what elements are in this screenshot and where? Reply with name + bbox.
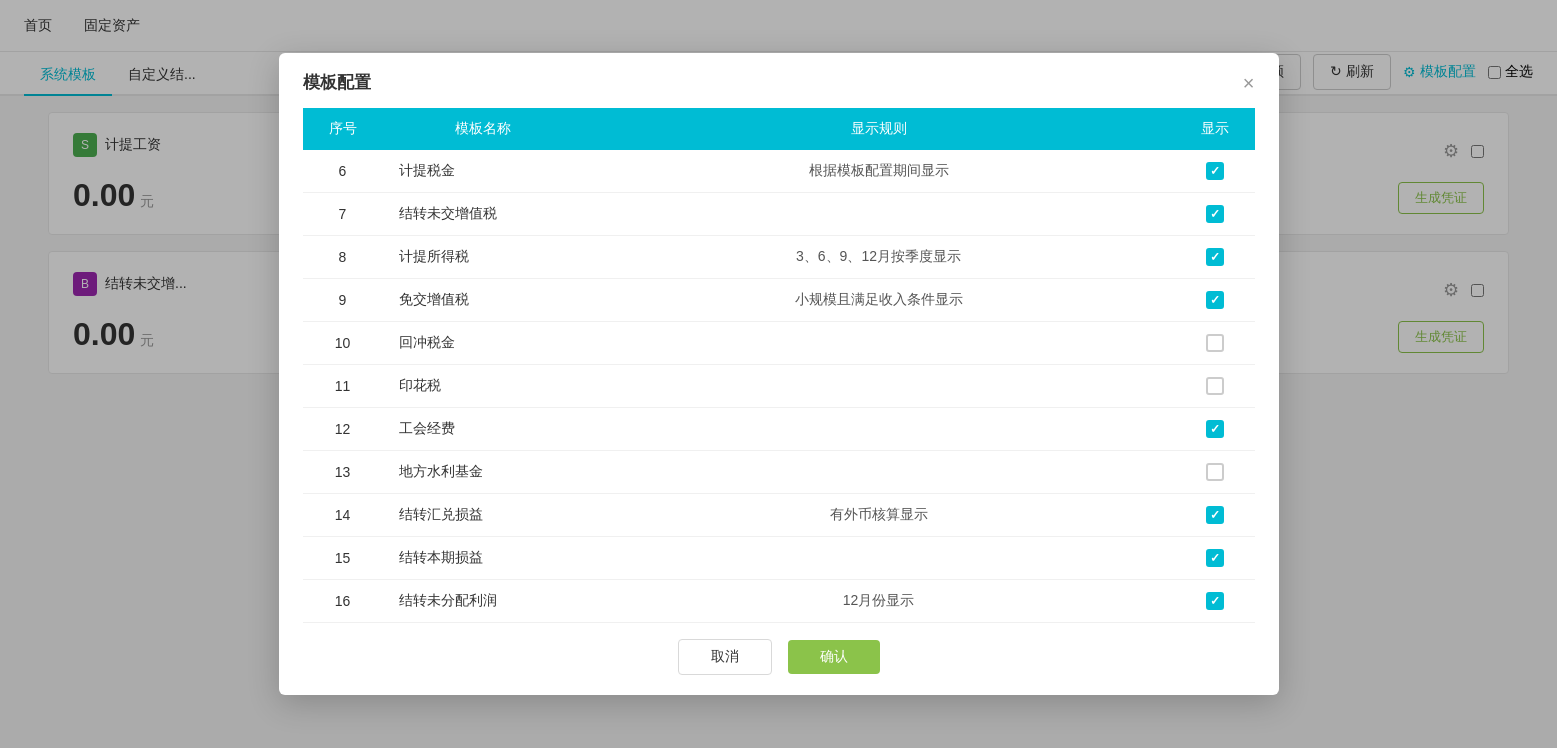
- cell-check-7[interactable]: [1175, 451, 1255, 494]
- th-seq: 序号: [303, 108, 383, 150]
- confirm-button[interactable]: 确认: [788, 640, 880, 674]
- table-row: 11印花税: [303, 365, 1255, 408]
- row-checkbox-2[interactable]: [1206, 248, 1224, 266]
- table-row: 13地方水利基金: [303, 451, 1255, 494]
- cell-seq-5: 11: [303, 365, 383, 408]
- th-rule: 显示规则: [583, 108, 1175, 150]
- cell-rule-0: 根据模板配置期间显示: [583, 150, 1175, 193]
- cell-rule-3: 小规模且满足收入条件显示: [583, 279, 1175, 322]
- cell-check-0[interactable]: [1175, 150, 1255, 193]
- row-checkbox-8[interactable]: [1206, 506, 1224, 524]
- cell-rule-4: [583, 322, 1175, 365]
- cell-name-3: 免交增值税: [383, 279, 583, 322]
- cell-rule-6: [583, 408, 1175, 451]
- cell-seq-9: 15: [303, 537, 383, 580]
- th-display: 显示: [1175, 108, 1255, 150]
- cell-seq-0: 6: [303, 150, 383, 193]
- cell-rule-1: [583, 193, 1175, 236]
- table-header: 序号 模板名称 显示规则 显示: [303, 108, 1255, 150]
- cell-rule-10: 12月份显示: [583, 580, 1175, 623]
- modal-title: 模板配置: [303, 71, 371, 94]
- cell-seq-3: 9: [303, 279, 383, 322]
- row-checkbox-4[interactable]: [1206, 334, 1224, 352]
- table-row: 12工会经费: [303, 408, 1255, 451]
- cell-check-1[interactable]: [1175, 193, 1255, 236]
- cell-name-6: 工会经费: [383, 408, 583, 451]
- table-row: 15结转本期损益: [303, 537, 1255, 580]
- row-checkbox-1[interactable]: [1206, 205, 1224, 223]
- template-config-modal: 模板配置 × 序号 模板名称 显示规则 显示 6计提税金根据模板配置期间显: [279, 53, 1279, 695]
- cell-check-6[interactable]: [1175, 408, 1255, 451]
- cell-name-2: 计提所得税: [383, 236, 583, 279]
- cell-name-0: 计提税金: [383, 150, 583, 193]
- cell-name-1: 结转未交增值税: [383, 193, 583, 236]
- table-row: 8计提所得税3、6、9、12月按季度显示: [303, 236, 1255, 279]
- row-checkbox-5[interactable]: [1206, 377, 1224, 395]
- cell-rule-9: [583, 537, 1175, 580]
- table-body: 6计提税金根据模板配置期间显示7结转未交增值税8计提所得税3、6、9、12月按季…: [303, 150, 1255, 623]
- cell-name-7: 地方水利基金: [383, 451, 583, 494]
- cell-seq-10: 16: [303, 580, 383, 623]
- cell-check-4[interactable]: [1175, 322, 1255, 365]
- cell-check-2[interactable]: [1175, 236, 1255, 279]
- row-checkbox-7[interactable]: [1206, 463, 1224, 481]
- th-name: 模板名称: [383, 108, 583, 150]
- cell-check-10[interactable]: [1175, 580, 1255, 623]
- cell-name-10: 结转未分配利润: [383, 580, 583, 623]
- modal-body: 序号 模板名称 显示规则 显示 6计提税金根据模板配置期间显示7结转未交增值税8…: [279, 108, 1279, 623]
- cell-seq-4: 10: [303, 322, 383, 365]
- cell-check-5[interactable]: [1175, 365, 1255, 408]
- cell-name-8: 结转汇兑损益: [383, 494, 583, 537]
- table-row: 14结转汇兑损益有外币核算显示: [303, 494, 1255, 537]
- table-row: 7结转未交增值税: [303, 193, 1255, 236]
- modal-header: 模板配置 ×: [279, 53, 1279, 108]
- cell-name-5: 印花税: [383, 365, 583, 408]
- table-scroll[interactable]: 序号 模板名称 显示规则 显示 6计提税金根据模板配置期间显示7结转未交增值税8…: [303, 108, 1255, 623]
- table-row: 16结转未分配利润12月份显示: [303, 580, 1255, 623]
- cell-rule-5: [583, 365, 1175, 408]
- modal-overlay: 模板配置 × 序号 模板名称 显示规则 显示 6计提税金根据模板配置期间显: [0, 0, 1557, 748]
- row-checkbox-6[interactable]: [1206, 420, 1224, 438]
- cell-rule-7: [583, 451, 1175, 494]
- cell-seq-7: 13: [303, 451, 383, 494]
- cell-name-9: 结转本期损益: [383, 537, 583, 580]
- row-checkbox-9[interactable]: [1206, 549, 1224, 567]
- modal-footer: 取消 确认: [279, 623, 1279, 695]
- row-checkbox-0[interactable]: [1206, 162, 1224, 180]
- cell-name-4: 回冲税金: [383, 322, 583, 365]
- cancel-button[interactable]: 取消: [678, 639, 772, 675]
- row-checkbox-3[interactable]: [1206, 291, 1224, 309]
- modal-close-button[interactable]: ×: [1243, 73, 1255, 93]
- table-row: 10回冲税金: [303, 322, 1255, 365]
- row-checkbox-10[interactable]: [1206, 592, 1224, 610]
- cell-seq-6: 12: [303, 408, 383, 451]
- cell-seq-8: 14: [303, 494, 383, 537]
- cell-check-9[interactable]: [1175, 537, 1255, 580]
- cell-check-3[interactable]: [1175, 279, 1255, 322]
- cell-rule-8: 有外币核算显示: [583, 494, 1175, 537]
- table-row: 6计提税金根据模板配置期间显示: [303, 150, 1255, 193]
- cell-seq-2: 8: [303, 236, 383, 279]
- cell-rule-2: 3、6、9、12月按季度显示: [583, 236, 1175, 279]
- table-row: 9免交增值税小规模且满足收入条件显示: [303, 279, 1255, 322]
- modal-table: 序号 模板名称 显示规则 显示 6计提税金根据模板配置期间显示7结转未交增值税8…: [303, 108, 1255, 623]
- cell-seq-1: 7: [303, 193, 383, 236]
- cell-check-8[interactable]: [1175, 494, 1255, 537]
